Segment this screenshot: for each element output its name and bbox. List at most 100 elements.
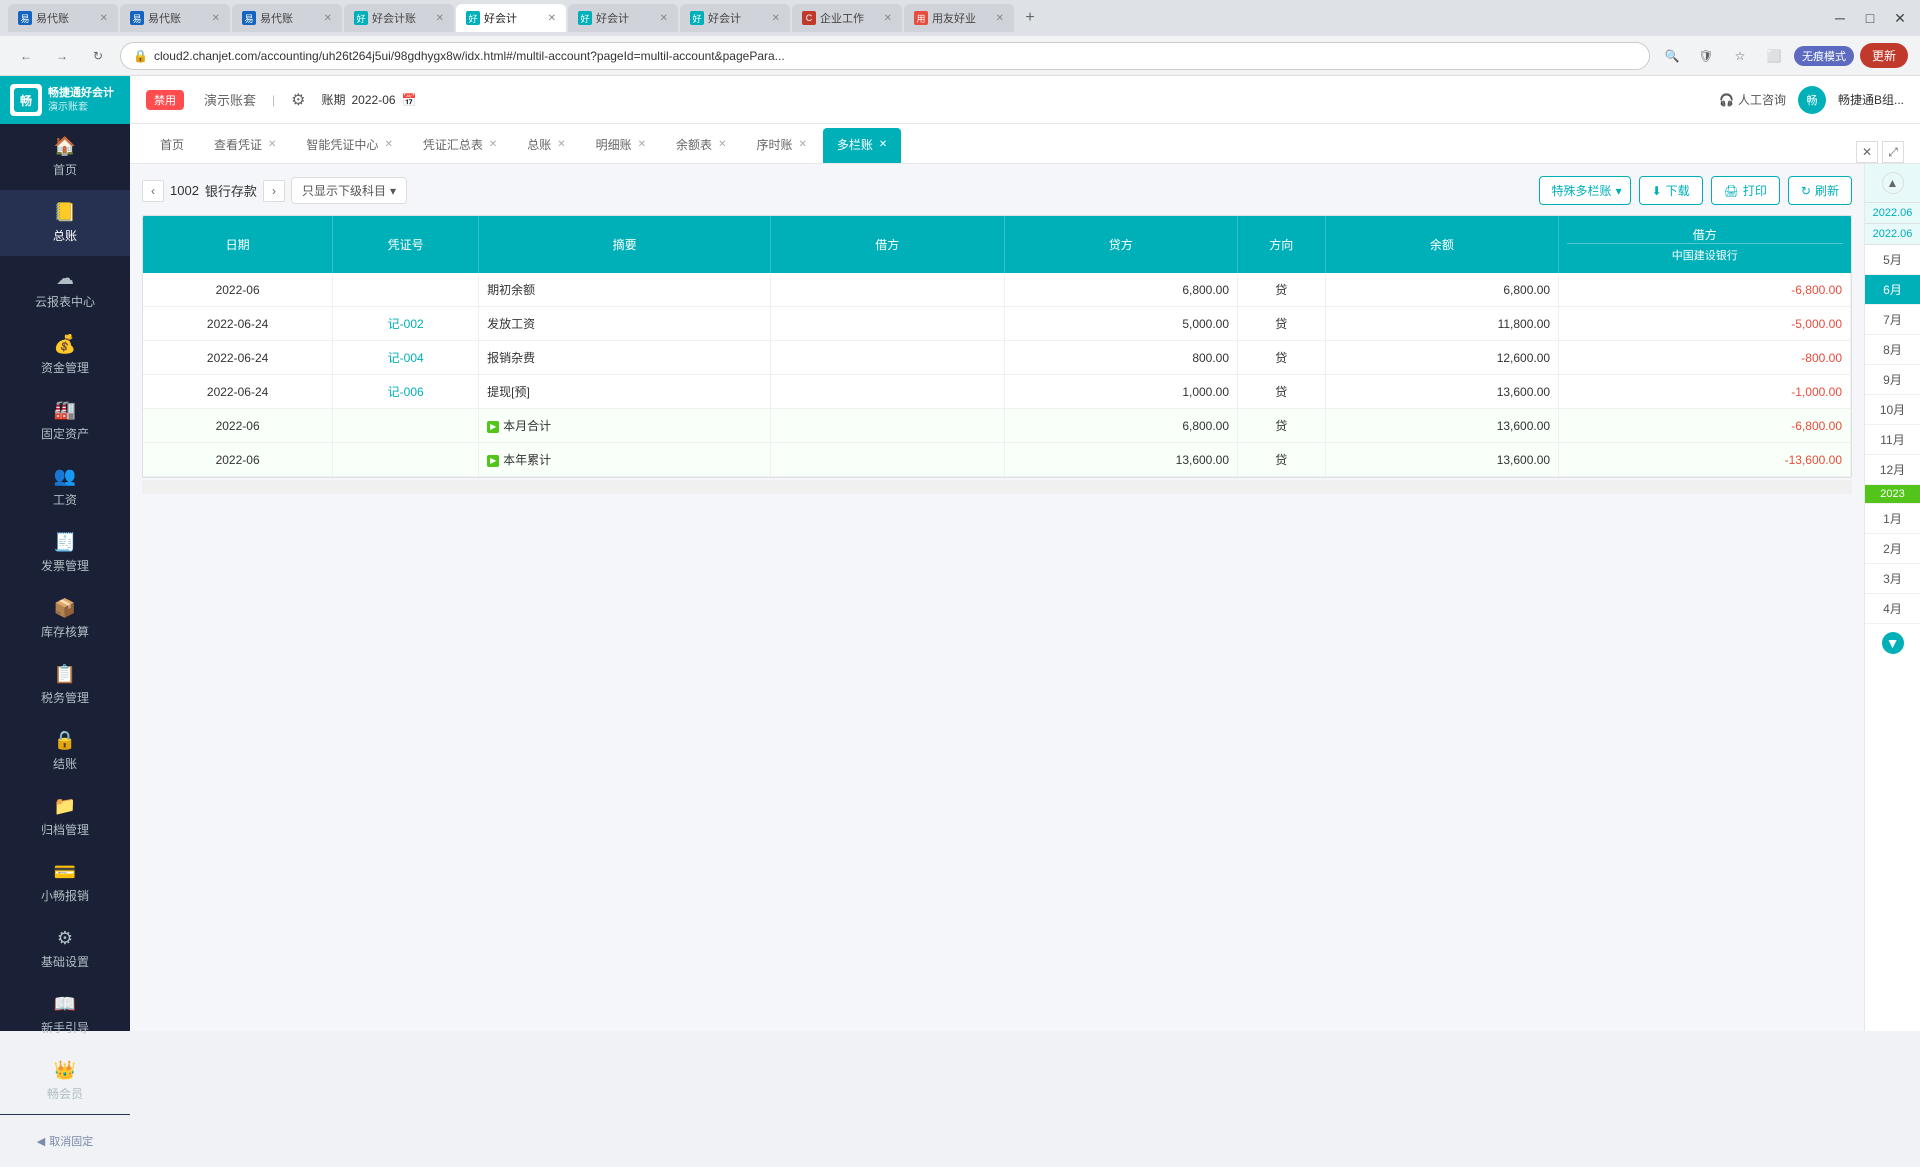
sidebar-item-payroll[interactable]: 👥 工资: [0, 454, 130, 520]
date-item-2023-apr[interactable]: 4月: [1865, 594, 1920, 624]
tab-1-close[interactable]: ✕: [100, 13, 108, 24]
browser-tab-6[interactable]: 好 好会计 ✕: [568, 4, 678, 32]
sidebar-item-tax[interactable]: 📋 税务管理: [0, 652, 130, 718]
star-icon[interactable]: ☆: [1726, 42, 1754, 70]
sidebar-item-cloud-report[interactable]: ☁ 云报表中心: [0, 256, 130, 322]
download-button[interactable]: ⬇ 下载: [1639, 176, 1703, 205]
tab-sequence-ledger-close[interactable]: ✕: [798, 139, 806, 150]
tab-detail-ledger-close[interactable]: ✕: [638, 139, 646, 150]
tab-3-close[interactable]: ✕: [324, 13, 332, 24]
tab-9-close[interactable]: ✕: [996, 13, 1004, 24]
cell-voucher: [333, 443, 479, 477]
url-bar[interactable]: 🔒 cloud2.chanjet.com/accounting/uh26t264…: [120, 42, 1650, 70]
tab-5-close[interactable]: ✕: [548, 13, 556, 24]
tab-8-close[interactable]: ✕: [884, 13, 892, 24]
horizontal-scrollbar[interactable]: [142, 480, 1852, 494]
sub-filter-dropdown[interactable]: 只显示下级科目 ▾: [291, 177, 407, 204]
tab-balance-table[interactable]: 余额表 ✕: [662, 128, 740, 163]
sidebar-item-settings[interactable]: ⚙ 基础设置: [0, 916, 130, 982]
tab-home[interactable]: 首页: [146, 128, 198, 163]
tab-balance-table-close[interactable]: ✕: [718, 139, 726, 150]
new-tab-button[interactable]: +: [1016, 4, 1044, 32]
tab-detail-ledger[interactable]: 明细账 ✕: [582, 128, 660, 163]
sidebar-item-close-books[interactable]: 🔒 结账: [0, 718, 130, 784]
browser-tab-3[interactable]: 易 易代账 ✕: [232, 4, 342, 32]
expand-panel-icon[interactable]: ⤢: [1882, 141, 1904, 163]
tab-smart-voucher-close[interactable]: ✕: [384, 139, 392, 150]
date-panel-up-button[interactable]: ▲: [1882, 172, 1904, 194]
pin-sidebar-button[interactable]: ◀ 取消固定: [0, 1125, 130, 1157]
forward-button[interactable]: →: [48, 42, 76, 70]
date-item-nov[interactable]: 11月: [1865, 425, 1920, 455]
browser-tab-2[interactable]: 易 易代账 ✕: [120, 4, 230, 32]
sidebar-item-membership[interactable]: 👑 畅会员: [0, 1048, 130, 1114]
tab-4-close[interactable]: ✕: [436, 13, 444, 24]
browser-tab-9[interactable]: 用 用友好业 ✕: [904, 4, 1014, 32]
incognito-badge: 无痕模式: [1794, 46, 1854, 66]
date-item-may[interactable]: 5月: [1865, 245, 1920, 275]
maximize-button[interactable]: □: [1858, 6, 1882, 30]
browser-tab-5[interactable]: 好 好会计 ✕: [456, 4, 566, 32]
next-account-button[interactable]: ›: [263, 180, 285, 202]
search-icon[interactable]: 🔍: [1658, 42, 1686, 70]
tab-voucher-view[interactable]: 查看凭证 ✕: [200, 128, 290, 163]
date-item-2023-feb[interactable]: 2月: [1865, 534, 1920, 564]
browser-tab-8[interactable]: C 企业工作 ✕: [792, 4, 902, 32]
tab-sequence-ledger[interactable]: 序时账 ✕: [742, 128, 820, 163]
sidebar-item-guide[interactable]: 📖 新手引导: [0, 982, 130, 1048]
date-item-2023-mar[interactable]: 3月: [1865, 564, 1920, 594]
sidebar-item-home[interactable]: 🏠 首页: [0, 124, 130, 190]
tab-multi-column-close[interactable]: ✕: [879, 139, 887, 150]
date-item-dec[interactable]: 12月: [1865, 455, 1920, 485]
update-button[interactable]: 更新: [1860, 43, 1908, 68]
tab-voucher-summary[interactable]: 凭证汇总表 ✕: [409, 128, 511, 163]
col-summary: 摘要: [479, 216, 771, 273]
settings-gear-icon[interactable]: ⚙: [291, 90, 305, 110]
tab-smart-voucher[interactable]: 智能凭证中心 ✕: [292, 128, 406, 163]
date-item-aug[interactable]: 8月: [1865, 335, 1920, 365]
sidebar-bottom: ◀ 取消固定: [0, 1114, 130, 1167]
prev-account-button[interactable]: ‹: [142, 180, 164, 202]
sidebar-item-expense[interactable]: 💳 小畅报销: [0, 850, 130, 916]
shield-icon[interactable]: 🛡: [1692, 42, 1720, 70]
tab-6-close[interactable]: ✕: [660, 13, 668, 24]
special-multi-col-button[interactable]: 特殊多栏账 ▾: [1539, 176, 1631, 205]
tab-voucher-summary-close[interactable]: ✕: [489, 139, 497, 150]
browser-tab-4[interactable]: 好 好会计账 ✕: [344, 4, 454, 32]
date-item-jun[interactable]: 6月: [1865, 275, 1920, 305]
browser-tab-7[interactable]: 好 好会计 ✕: [680, 4, 790, 32]
sidebar-item-ledger[interactable]: 📒 总账: [0, 190, 130, 256]
date-item-2023-jan[interactable]: 1月: [1865, 504, 1920, 534]
date-item-oct[interactable]: 10月: [1865, 395, 1920, 425]
sidebar-item-funds[interactable]: 💰 资金管理: [0, 322, 130, 388]
date-item-jul[interactable]: 7月: [1865, 305, 1920, 335]
print-button[interactable]: 🖨 打印: [1711, 176, 1780, 205]
tab-general-ledger[interactable]: 总账 ✕: [513, 128, 579, 163]
tab-general-ledger-close[interactable]: ✕: [557, 139, 565, 150]
tab-voucher-view-close[interactable]: ✕: [268, 139, 276, 150]
cell-voucher[interactable]: 记-004: [333, 341, 479, 375]
date-item-sep[interactable]: 9月: [1865, 365, 1920, 395]
refresh-nav-button[interactable]: ↻: [84, 42, 112, 70]
refresh-button[interactable]: ↻ 刷新: [1788, 176, 1852, 205]
close-panel-icon[interactable]: ✕: [1856, 141, 1878, 163]
minimize-button[interactable]: ─: [1828, 6, 1852, 30]
cell-voucher: [333, 409, 479, 443]
cell-voucher[interactable]: 记-002: [333, 307, 479, 341]
sidebar-item-inventory[interactable]: 📦 库存核算: [0, 586, 130, 652]
tab-7-close[interactable]: ✕: [772, 13, 780, 24]
sidebar-item-fixed-assets[interactable]: 🏭 固定资产: [0, 388, 130, 454]
date-panel-down-button[interactable]: ▼: [1882, 632, 1904, 654]
sidebar-item-archive[interactable]: 📁 归档管理: [0, 784, 130, 850]
extension-icon[interactable]: ⬜: [1760, 42, 1788, 70]
tab-2-close[interactable]: ✕: [212, 13, 220, 24]
tab-multi-column[interactable]: 多栏账 ✕: [823, 128, 901, 163]
back-button[interactable]: ←: [12, 42, 40, 70]
calendar-icon[interactable]: 📅: [402, 93, 417, 107]
col-special: 借方 中国建设银行: [1559, 216, 1851, 273]
sidebar-item-invoice[interactable]: 🧾 发票管理: [0, 520, 130, 586]
support-button[interactable]: 🎧 人工咨询: [1719, 91, 1786, 108]
browser-tab-1[interactable]: 易 易代账 ✕: [8, 4, 118, 32]
close-button[interactable]: ✕: [1888, 6, 1912, 30]
cell-voucher[interactable]: 记-006: [333, 375, 479, 409]
